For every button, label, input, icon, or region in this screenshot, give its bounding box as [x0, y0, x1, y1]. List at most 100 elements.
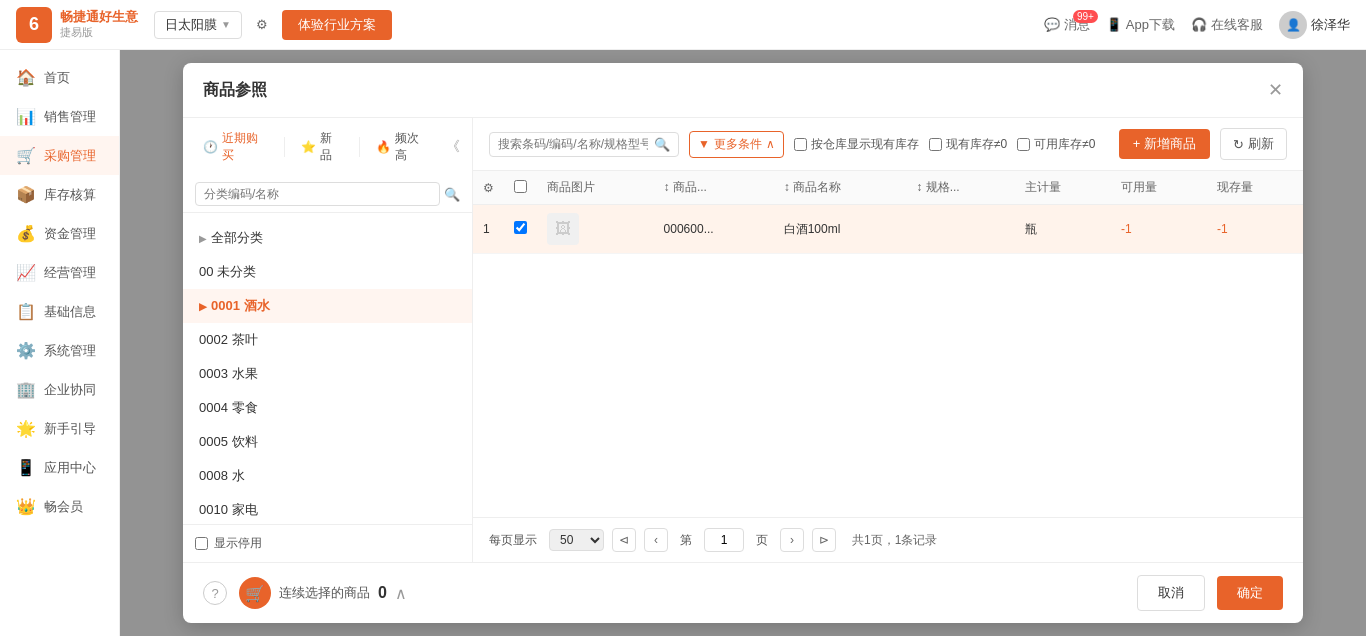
th-checkbox [504, 171, 537, 205]
checkbox-stock-input[interactable] [929, 138, 942, 151]
sidebar-item-system[interactable]: ⚙️ 系统管理 [0, 331, 119, 370]
refresh-button[interactable]: ↻ 刷新 [1220, 128, 1287, 160]
filter-button[interactable]: ▼ 更多条件 ∧ [689, 131, 784, 158]
cancel-button[interactable]: 取消 [1137, 575, 1205, 611]
cat-liquor[interactable]: ▶ 0001 酒水 [183, 289, 472, 323]
sidebar-item-home[interactable]: 🏠 首页 [0, 58, 119, 97]
message-icon: 💬 [1044, 17, 1060, 32]
category-search-input[interactable] [195, 182, 440, 206]
product-search-bar: 🔍 [489, 132, 679, 157]
app-download-button[interactable]: 📱 App下载 [1106, 16, 1175, 34]
brand-sub: 捷易版 [60, 25, 138, 40]
cat-drinks[interactable]: 0005 饮料 [183, 425, 472, 459]
add-product-button[interactable]: + 新增商品 [1119, 129, 1210, 159]
tab-recent-label: 近期购买 [222, 130, 268, 164]
confirm-button[interactable]: 确定 [1217, 576, 1283, 610]
checkbox-available[interactable]: 可用库存≠0 [1017, 136, 1095, 153]
search-icon[interactable]: 🔍 [654, 137, 670, 152]
sidebar-item-basic[interactable]: 📋 基础信息 [0, 292, 119, 331]
cell-image: 🖼 [537, 205, 654, 254]
phone-icon: 📱 [1106, 17, 1122, 32]
category-search-icon[interactable]: 🔍 [444, 187, 460, 202]
show-disabled-area: 显示停用 [183, 524, 472, 562]
footer-collapse-button[interactable]: ∧ [395, 584, 407, 603]
checkbox-available-input[interactable] [1017, 138, 1030, 151]
sidebar-item-apps[interactable]: 📱 应用中心 [0, 448, 119, 487]
sidebar-item-sales[interactable]: 📊 销售管理 [0, 97, 119, 136]
checkbox-warehouse[interactable]: 按仓库显示现有库存 [794, 136, 919, 153]
cat-appliance[interactable]: 0010 家电 [183, 493, 472, 524]
th-name[interactable]: ↕ 商品名称 [774, 171, 907, 205]
cell-spec [906, 205, 1015, 254]
product-search-input[interactable] [498, 137, 648, 151]
help-button[interactable]: ? [203, 581, 227, 605]
cat-liquor-label: 0001 酒水 [211, 297, 270, 315]
customer-service-button[interactable]: 🎧 在线客服 [1191, 16, 1263, 34]
checkbox-stock[interactable]: 现有库存≠0 [929, 136, 1007, 153]
sidebar-label-inventory: 库存核算 [44, 186, 96, 204]
cell-checkbox[interactable] [504, 205, 537, 254]
modal-close-button[interactable]: ✕ [1268, 79, 1283, 101]
cat-water[interactable]: 0008 水 [183, 459, 472, 493]
sidebar-item-finance[interactable]: 💰 资金管理 [0, 214, 119, 253]
category-panel: 🕐 近期购买 ⭐ 新品 🔥 频次高 [183, 118, 473, 562]
sidebar-item-inventory[interactable]: 📦 库存核算 [0, 175, 119, 214]
cat-tea[interactable]: 0002 茶叶 [183, 323, 472, 357]
sales-icon: 📊 [16, 107, 36, 126]
th-settings[interactable]: ⚙ [473, 171, 504, 205]
show-disabled-checkbox[interactable] [195, 537, 208, 550]
cat-uncategorized[interactable]: 00 未分类 [183, 255, 472, 289]
modal-overlay[interactable]: 商品参照 ✕ 🕐 近期购买 [120, 50, 1366, 636]
product-modal: 商品参照 ✕ 🕐 近期购买 [183, 63, 1303, 623]
sidebar-item-operations[interactable]: 📈 经营管理 [0, 253, 119, 292]
prev-page-button[interactable]: ‹ [644, 528, 668, 552]
cat-snack[interactable]: 0004 零食 [183, 391, 472, 425]
sidebar-item-member[interactable]: 👑 畅会员 [0, 487, 119, 526]
purchase-icon: 🛒 [16, 146, 36, 165]
sidebar-label-operations: 经营管理 [44, 264, 96, 282]
row-checkbox[interactable] [514, 221, 527, 234]
tab-frequent[interactable]: 🔥 频次高 [368, 126, 438, 168]
sidebar-item-purchase[interactable]: 🛒 采购管理 [0, 136, 119, 175]
cat-tea-label: 0002 茶叶 [199, 331, 258, 349]
sidebar-item-guide[interactable]: 🌟 新手引导 [0, 409, 119, 448]
messages-button[interactable]: 💬 消息 99+ [1044, 16, 1090, 34]
store-selector[interactable]: 日太阳膜 ▼ [154, 11, 242, 39]
sidebar-label-system: 系统管理 [44, 342, 96, 360]
checkbox-warehouse-input[interactable] [794, 138, 807, 151]
panel-collapse-button[interactable]: 《 [446, 138, 460, 156]
arrow-open-icon: ▶ [199, 301, 207, 312]
table-row[interactable]: 1 🖼 000600... 白酒100ml 瓶 [473, 205, 1303, 254]
filter-label: 更多条件 [714, 136, 762, 153]
table-header: ⚙ 商品图片 ↕ 商品... ↕ 商品名称 ↕ 规格... 主计量 可用量 现 [473, 171, 1303, 205]
user-menu[interactable]: 👤 徐泽华 [1279, 11, 1350, 39]
tab-divider [284, 137, 285, 157]
tab-frequent-label: 频次高 [395, 130, 430, 164]
chevron-down-icon: ▼ [221, 19, 231, 30]
th-image: 商品图片 [537, 171, 654, 205]
refresh-label: 刷新 [1248, 135, 1274, 153]
page-label-of: 页 [756, 532, 768, 549]
logo-icon: 6 [16, 7, 52, 43]
page-number-input[interactable] [704, 528, 744, 552]
cart-area: 🛒 连续选择的商品 0 ∧ [239, 577, 1125, 609]
last-page-button[interactable]: ⊳ [812, 528, 836, 552]
checkbox-stock-label: 现有库存≠0 [946, 136, 1007, 153]
select-all-checkbox[interactable] [514, 180, 527, 193]
per-page-select[interactable]: 50 20 100 [549, 529, 604, 551]
sidebar-item-enterprise[interactable]: 🏢 企业协同 [0, 370, 119, 409]
next-page-button[interactable]: › [780, 528, 804, 552]
tab-recent[interactable]: 🕐 近期购买 [195, 126, 276, 168]
trial-button[interactable]: 体验行业方案 [282, 10, 392, 40]
cell-index: 1 [473, 205, 504, 254]
th-spec[interactable]: ↕ 规格... [906, 171, 1015, 205]
th-code[interactable]: ↕ 商品... [654, 171, 774, 205]
cat-fruit[interactable]: 0003 水果 [183, 357, 472, 391]
settings-icon[interactable]: ⚙ [246, 9, 278, 41]
tab-new[interactable]: ⭐ 新品 [293, 126, 351, 168]
sidebar-label-apps: 应用中心 [44, 459, 96, 477]
cat-all[interactable]: ▶ 全部分类 [183, 221, 472, 255]
first-page-button[interactable]: ⊲ [612, 528, 636, 552]
logo: 6 畅捷通好生意 捷易版 [16, 7, 138, 43]
apps-icon: 📱 [16, 458, 36, 477]
